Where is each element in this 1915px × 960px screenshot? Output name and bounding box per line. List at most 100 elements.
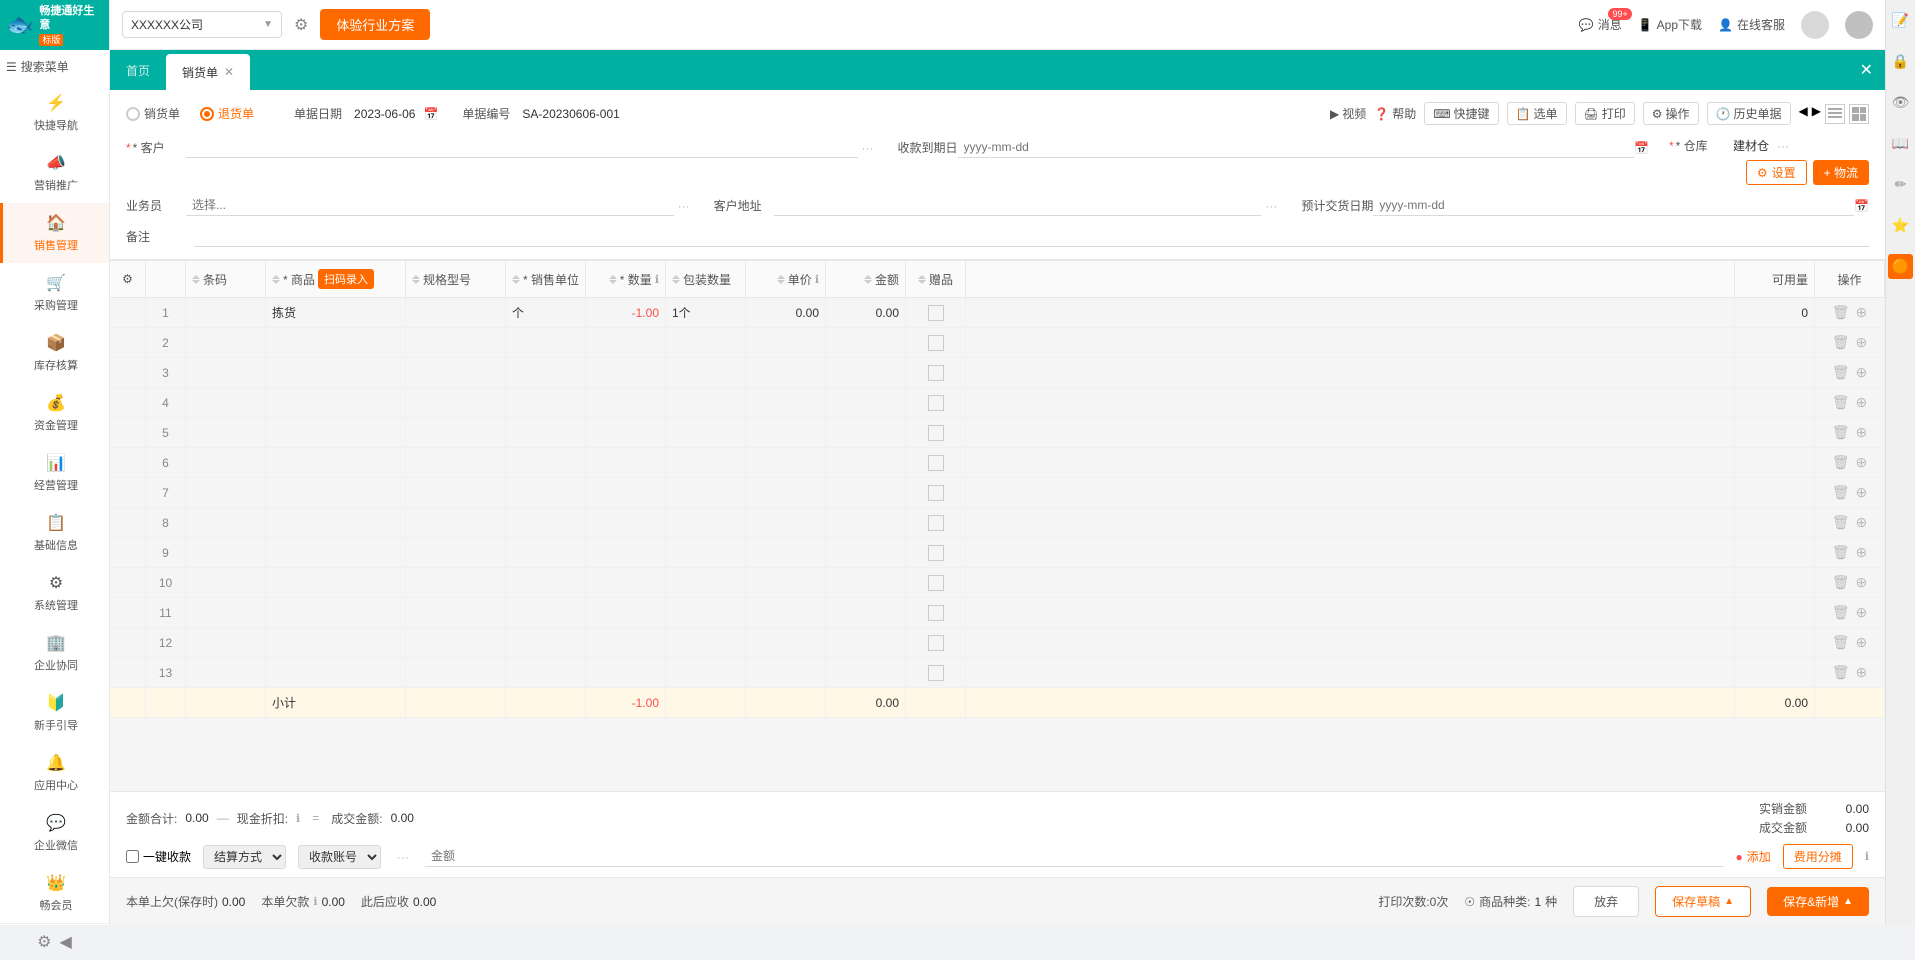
row2-gift[interactable] <box>906 328 966 357</box>
settlement-method-select[interactable]: 结算方式 <box>203 845 286 869</box>
th-goods[interactable]: * 商品 扫码录入 <box>266 261 406 297</box>
app-download-button[interactable]: 📱 App下载 <box>1638 16 1702 33</box>
salesperson-more-icon[interactable]: ··· <box>674 199 694 213</box>
row5-copy-icon[interactable]: ⊕ <box>1856 424 1868 441</box>
logistics-btn[interactable]: + 物流 <box>1813 160 1869 185</box>
row8-delete-icon[interactable]: 🗑 <box>1832 514 1850 531</box>
sidebar-item-marketing[interactable]: 📣 营销推广 <box>0 143 109 203</box>
row2-goods[interactable] <box>266 328 406 357</box>
row1-copy-icon[interactable]: ⊕ <box>1856 304 1868 321</box>
notes-input[interactable] <box>194 226 1869 247</box>
settings-btn[interactable]: ⚙ 设置 <box>1746 160 1807 185</box>
th-pkg[interactable]: 包装数量 <box>666 261 746 297</box>
video-action[interactable]: ▶ 视频 <box>1330 105 1366 122</box>
row6-copy-icon[interactable]: ⊕ <box>1856 454 1868 471</box>
row2-copy-icon[interactable]: ⊕ <box>1856 334 1868 351</box>
next-page-icon[interactable]: ▶ <box>1812 104 1821 124</box>
prev-page-icon[interactable]: ◀ <box>1799 104 1808 124</box>
row7-delete-icon[interactable]: 🗑 <box>1832 484 1850 501</box>
row2-delete-icon[interactable]: 🗑 <box>1832 334 1850 351</box>
gift-checkbox[interactable] <box>928 575 944 591</box>
save-new-button[interactable]: 保存&新增 ▲ <box>1767 887 1869 916</box>
row9-delete-icon[interactable]: 🗑 <box>1832 544 1850 561</box>
gift-checkbox[interactable] <box>928 365 944 381</box>
right-icon-note[interactable]: 📝 <box>1888 8 1913 33</box>
th-qty[interactable]: * 数量 ℹ <box>586 261 666 297</box>
right-icon-star[interactable]: ⭐ <box>1888 213 1913 238</box>
sidebar-item-weixin[interactable]: 💬 企业微信 <box>0 803 109 863</box>
tab-home[interactable]: 首页 <box>110 50 166 90</box>
row13-copy-icon[interactable]: ⊕ <box>1856 664 1868 681</box>
customer-address-more-icon[interactable]: ··· <box>1261 199 1281 213</box>
price-info-icon[interactable]: ℹ <box>815 273 819 286</box>
row1-note[interactable] <box>966 298 1735 327</box>
sidebar-item-finance[interactable]: 💰 资金管理 <box>0 383 109 443</box>
row1-price[interactable]: 0.00 <box>746 298 826 327</box>
row2-price[interactable] <box>746 328 826 357</box>
right-icon-edit[interactable]: ✏ <box>1891 172 1911 197</box>
row4-copy-icon[interactable]: ⊕ <box>1856 394 1868 411</box>
row3-copy-icon[interactable]: ⊕ <box>1856 364 1868 381</box>
shortcut-action[interactable]: ⌨ 快捷键 <box>1424 102 1498 125</box>
row3-delete-icon[interactable]: 🗑 <box>1832 364 1850 381</box>
row2-barcode[interactable] <box>186 328 266 357</box>
discount-info-icon[interactable]: ℹ <box>296 812 300 825</box>
tab-sales-order[interactable]: 销货单 ✕ <box>166 54 250 90</box>
product-type-icon[interactable]: ☉ <box>1464 895 1475 909</box>
sidebar-item-purchase[interactable]: 🛒 采购管理 <box>0 263 109 323</box>
row1-qty[interactable]: -1.00 <box>586 298 666 327</box>
row2-spec[interactable] <box>406 328 506 357</box>
sidebar-back-icon[interactable]: ◀ <box>60 932 72 952</box>
th-settings[interactable]: ⚙ <box>110 261 146 297</box>
row12-copy-icon[interactable]: ⊕ <box>1856 634 1868 651</box>
gift-checkbox[interactable] <box>928 305 944 321</box>
scan-button[interactable]: 扫码录入 <box>318 269 374 289</box>
row1-goods[interactable]: 拣货 <box>266 298 406 327</box>
radio-sales[interactable]: 销货单 <box>126 105 180 122</box>
th-amount[interactable]: 金额 <box>826 261 906 297</box>
row1-amount[interactable]: 0.00 <box>826 298 906 327</box>
print-action[interactable]: 🖨 打印 <box>1575 102 1635 125</box>
row8-copy-icon[interactable]: ⊕ <box>1856 514 1868 531</box>
row2-amount[interactable] <box>826 328 906 357</box>
customer-address-input[interactable] <box>774 195 1262 216</box>
settlement-account-select[interactable]: 收款账号 <box>298 845 381 869</box>
history-action[interactable]: 🕐 历史单据 <box>1707 102 1791 125</box>
bill-owe-info-icon[interactable]: ℹ <box>313 895 317 908</box>
sidebar-item-inventory[interactable]: 📦 库存核算 <box>0 323 109 383</box>
radio-return[interactable]: 退货单 <box>200 105 254 122</box>
gift-checkbox[interactable] <box>928 335 944 351</box>
select-action[interactable]: 📋 选单 <box>1507 102 1567 125</box>
row11-copy-icon[interactable]: ⊕ <box>1856 604 1868 621</box>
th-barcode[interactable]: 条码 <box>186 261 266 297</box>
row12-delete-icon[interactable]: 🗑 <box>1832 634 1850 651</box>
row1-spec[interactable] <box>406 298 506 327</box>
row2-pkg[interactable] <box>666 328 746 357</box>
row9-copy-icon[interactable]: ⊕ <box>1856 544 1868 561</box>
help-action[interactable]: ❓ 帮助 <box>1374 105 1416 122</box>
row2-qty[interactable] <box>586 328 666 357</box>
salesperson-input[interactable] <box>186 195 674 216</box>
expected-delivery-input[interactable] <box>1373 195 1854 216</box>
warehouse-more-icon[interactable]: ··· <box>1773 139 1793 153</box>
sidebar-item-app-center[interactable]: 🔔 应用中心 <box>0 743 109 803</box>
user-avatar[interactable] <box>1801 11 1829 39</box>
grid-view-icon[interactable] <box>1849 104 1869 124</box>
row10-delete-icon[interactable]: 🗑 <box>1832 574 1850 591</box>
row2-note[interactable] <box>966 328 1735 357</box>
row1-gift[interactable] <box>906 298 966 327</box>
calendar-icon[interactable]: 📅 <box>423 107 438 121</box>
row1-unit[interactable]: 个 <box>506 298 586 327</box>
sidebar-item-search-order[interactable]: ☰ 搜索菜单 <box>0 50 109 83</box>
qty-info-icon[interactable]: ℹ <box>655 273 659 286</box>
th-spec[interactable]: 规格型号 <box>406 261 506 297</box>
th-gift[interactable]: 赠品 <box>906 261 966 297</box>
abandon-button[interactable]: 放弃 <box>1573 886 1639 917</box>
company-selector[interactable]: XXXXXX公司 ▼ <box>122 11 282 38</box>
sidebar-item-operations[interactable]: 📊 经营管理 <box>0 443 109 503</box>
list-view-icon[interactable] <box>1825 104 1845 124</box>
gift-checkbox[interactable] <box>928 545 944 561</box>
sidebar-settings-icon[interactable]: ⚙ <box>37 932 51 952</box>
fee-info-icon[interactable]: ℹ <box>1865 850 1869 863</box>
due-date-calendar-icon[interactable]: 📅 <box>1634 141 1649 155</box>
